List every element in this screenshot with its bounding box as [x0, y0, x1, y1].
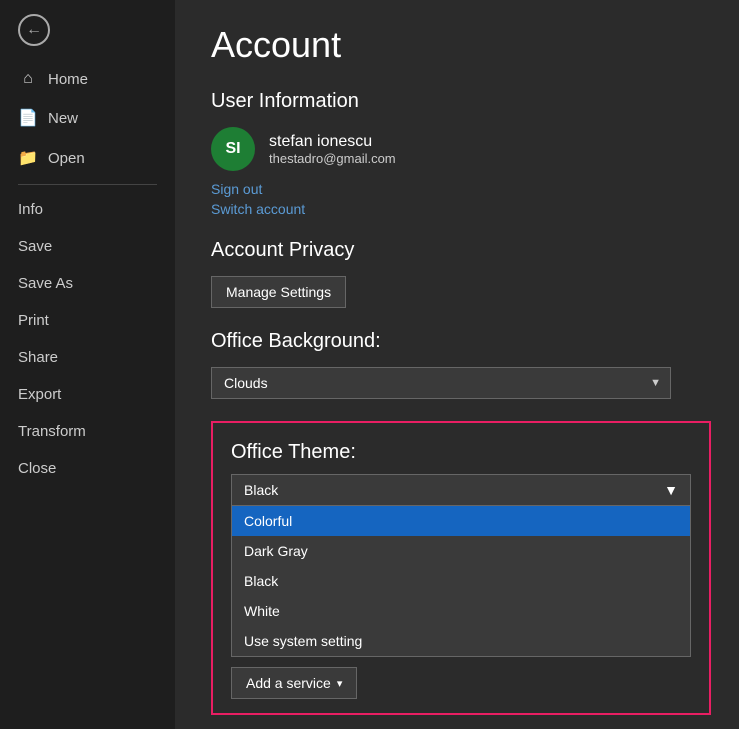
sidebar-item-new[interactable]: 📄 New — [0, 98, 175, 138]
open-icon: 📁 — [18, 148, 38, 168]
sidebar-item-close-label: Close — [18, 460, 56, 477]
sidebar-divider — [18, 184, 157, 185]
sidebar-item-info[interactable]: Info — [0, 191, 175, 228]
sidebar-item-share[interactable]: Share — [0, 339, 175, 376]
sidebar-item-info-label: Info — [18, 201, 43, 218]
sidebar-item-export-label: Export — [18, 386, 61, 403]
sidebar-item-save[interactable]: Save — [0, 228, 175, 265]
add-service-button[interactable]: Add a service ▾ — [231, 667, 357, 699]
sidebar-item-open-label: Open — [48, 150, 85, 167]
user-information-section: User Information SI stefan ionescu thest… — [211, 90, 703, 217]
sidebar-item-close[interactable]: Close — [0, 450, 175, 487]
page-title: Account — [211, 24, 703, 66]
account-privacy-section: Account Privacy Manage Settings — [211, 239, 703, 308]
user-information-title: User Information — [211, 90, 703, 113]
theme-option-black-label: Black — [244, 573, 278, 589]
theme-option-white[interactable]: White — [232, 596, 690, 626]
sidebar: ← ⌂ Home 📄 New 📁 Open Info Save Save As … — [0, 0, 175, 729]
sign-out-button[interactable]: Sign out — [211, 181, 262, 197]
office-background-select[interactable]: Clouds None Circuit Stars — [211, 367, 671, 399]
sidebar-item-print-label: Print — [18, 312, 49, 329]
sidebar-item-home-label: Home — [48, 71, 88, 88]
office-theme-dropdown-list: Colorful Dark Gray Black White Use syste… — [231, 506, 691, 657]
theme-option-dark-gray-label: Dark Gray — [244, 543, 308, 559]
sidebar-item-print[interactable]: Print — [0, 302, 175, 339]
theme-option-system[interactable]: Use system setting — [232, 626, 690, 656]
sidebar-item-save-label: Save — [18, 238, 52, 255]
sidebar-item-save-as-label: Save As — [18, 275, 73, 292]
sidebar-item-open[interactable]: 📁 Open — [0, 138, 175, 178]
theme-option-dark-gray[interactable]: Dark Gray — [232, 536, 690, 566]
user-details: stefan ionescu thestadro@gmail.com — [269, 133, 396, 166]
office-theme-section: Office Theme: Black ▼ Colorful Dark Gray… — [211, 421, 711, 715]
add-service-label: Add a service — [246, 675, 331, 691]
back-button[interactable]: ← — [0, 0, 175, 60]
home-icon: ⌂ — [18, 70, 38, 88]
theme-option-colorful-label: Colorful — [244, 513, 292, 529]
theme-option-black[interactable]: Black — [232, 566, 690, 596]
new-icon: 📄 — [18, 108, 38, 128]
office-background-title: Office Background: — [211, 330, 703, 353]
switch-account-button[interactable]: Switch account — [211, 201, 305, 217]
account-links: Sign out Switch account — [211, 181, 703, 217]
office-theme-title: Office Theme: — [231, 441, 691, 464]
office-theme-selected-value: Black — [244, 482, 278, 498]
user-info-row: SI stefan ionescu thestadro@gmail.com — [211, 127, 703, 171]
chevron-down-icon: ▼ — [664, 482, 678, 498]
sidebar-item-transform-label: Transform — [18, 423, 86, 440]
sidebar-item-home[interactable]: ⌂ Home — [0, 60, 175, 98]
sidebar-item-save-as[interactable]: Save As — [0, 265, 175, 302]
manage-settings-button[interactable]: Manage Settings — [211, 276, 346, 308]
sidebar-item-transform[interactable]: Transform — [0, 413, 175, 450]
user-email: thestadro@gmail.com — [269, 151, 396, 166]
theme-option-white-label: White — [244, 603, 280, 619]
main-content: Account User Information SI stefan iones… — [175, 0, 739, 729]
add-service-chevron-icon: ▾ — [337, 677, 343, 690]
theme-option-system-label: Use system setting — [244, 633, 362, 649]
account-privacy-title: Account Privacy — [211, 239, 703, 262]
sidebar-item-export[interactable]: Export — [0, 376, 175, 413]
office-background-section: Office Background: Clouds None Circuit S… — [211, 330, 703, 399]
office-background-dropdown-wrapper: Clouds None Circuit Stars — [211, 367, 671, 399]
office-theme-dropdown-header[interactable]: Black ▼ — [231, 474, 691, 506]
user-name: stefan ionescu — [269, 133, 396, 151]
back-icon: ← — [18, 14, 50, 46]
sidebar-item-share-label: Share — [18, 349, 58, 366]
avatar: SI — [211, 127, 255, 171]
theme-option-colorful[interactable]: Colorful — [232, 506, 690, 536]
sidebar-item-new-label: New — [48, 110, 78, 127]
